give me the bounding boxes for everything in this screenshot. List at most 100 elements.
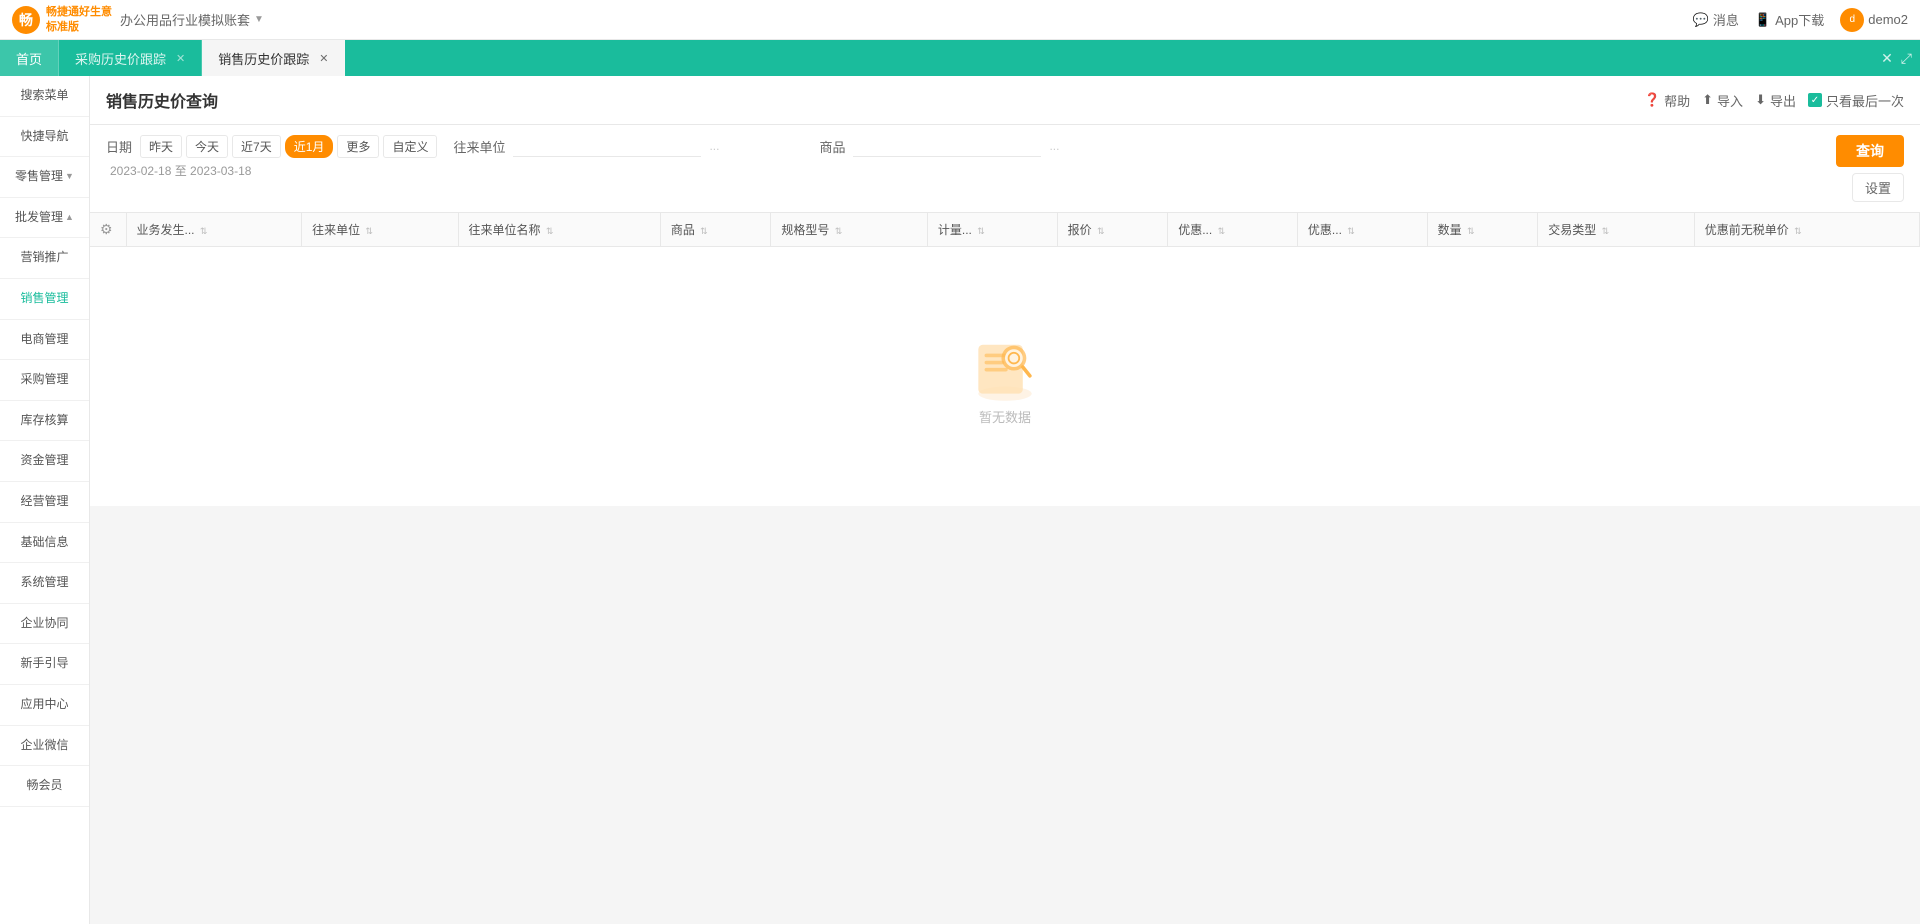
message-button[interactable]: 💬 消息 [1693, 10, 1739, 29]
settings-button[interactable]: 设置 [1852, 173, 1904, 202]
wholesale-arrow-icon: ▲ [65, 212, 74, 224]
sidebar-item-retail[interactable]: 零售管理 ▼ [0, 157, 89, 198]
sort-icon-discount1: ⇅ [1218, 226, 1226, 236]
from-unit-input[interactable] [513, 135, 701, 157]
page-header-actions: ❓ 帮助 ⬆ 导入 ⬇ 导出 ✓ 只看最后一次 [1644, 91, 1904, 110]
query-button[interactable]: 查询 [1836, 135, 1904, 167]
empty-illustration [960, 327, 1050, 407]
wholesale-label: 批发管理 [15, 210, 63, 226]
import-action[interactable]: ⬆ 导入 [1702, 91, 1743, 110]
product-filter: 商品 ... [819, 135, 1169, 157]
table-header-discount2[interactable]: 优惠... ⇅ [1297, 213, 1427, 247]
main-layout: 搜索菜单 快捷导航 零售管理 ▼ 批发管理 ▲ 营销推广 销售管理 电商管理 采… [0, 76, 1920, 924]
export-action[interactable]: ⬇ 导出 [1755, 91, 1796, 110]
tab-home[interactable]: 首页 [0, 40, 59, 76]
home-tab-label: 首页 [16, 49, 42, 68]
sales-mgmt-label: 销售管理 [20, 291, 68, 307]
table-header-discount1[interactable]: 优惠... ⇅ [1168, 213, 1298, 247]
marketing-label: 营销推广 [20, 250, 68, 266]
sidebar-item-purchase-mgmt[interactable]: 采购管理 [0, 360, 89, 401]
sidebar-item-finance[interactable]: 资金管理 [0, 441, 89, 482]
checkbox-icon: ✓ [1808, 93, 1822, 107]
empty-text: 暂无数据 [979, 407, 1031, 426]
sidebar-item-quick-nav[interactable]: 快捷导航 [0, 117, 89, 158]
sidebar-item-operations[interactable]: 经营管理 [0, 482, 89, 523]
gear-icon: ⚙ [100, 221, 113, 237]
app-download-button[interactable]: 📱 App下载 [1755, 10, 1824, 29]
purchase-tab-label: 采购历史价跟踪 [75, 49, 166, 68]
import-icon: ⬆ [1702, 92, 1713, 108]
maximize-tab-btn[interactable]: ⤢ [1901, 50, 1912, 67]
sort-icon-unit: ⇅ [977, 226, 985, 236]
sidebar-item-ecommerce[interactable]: 电商管理 [0, 320, 89, 361]
retail-label: 零售管理 [15, 169, 63, 185]
sort-icon-pre-tax-price: ⇅ [1794, 226, 1802, 236]
app-title[interactable]: 办公用品行业模拟账套 ▼ [120, 10, 264, 29]
close-tab-btn[interactable]: ✕ [1881, 50, 1893, 67]
phone-icon: 📱 [1755, 12, 1771, 28]
tab-sales[interactable]: 销售历史价跟踪 ✕ [202, 40, 345, 76]
sidebar-item-search[interactable]: 搜索菜单 [0, 76, 89, 117]
date-btn-today[interactable]: 今天 [186, 135, 228, 158]
sidebar-item-wholesale[interactable]: 批发管理 ▲ [0, 198, 89, 239]
quick-nav-label: 快捷导航 [20, 129, 68, 145]
sidebar-item-inventory[interactable]: 库存核算 [0, 401, 89, 442]
from-unit-label: 往来单位 [453, 137, 505, 156]
sidebar-item-sales-mgmt[interactable]: 销售管理 [0, 279, 89, 320]
table-header-unit-code[interactable]: 往来单位 ⇅ [302, 213, 458, 247]
avatar: d [1840, 8, 1864, 32]
sidebar-item-wechat[interactable]: 企业微信 [0, 726, 89, 767]
sidebar-item-enterprise[interactable]: 企业协同 [0, 604, 89, 645]
table-header-settings[interactable]: ⚙ [90, 213, 126, 247]
tab-bar: 首页 采购历史价跟踪 ✕ 销售历史价跟踪 ✕ ✕ ⤢ [0, 40, 1920, 76]
sort-icon-quantity: ⇅ [1467, 226, 1475, 236]
filter-actions: 查询 设置 [1836, 135, 1904, 202]
last-only-checkbox[interactable]: ✓ 只看最后一次 [1808, 91, 1904, 110]
date-btn-custom[interactable]: 自定义 [383, 135, 437, 158]
wechat-label: 企业微信 [20, 738, 68, 754]
sidebar-item-membership[interactable]: 畅会员 [0, 766, 89, 807]
table-header-quantity[interactable]: 数量 ⇅ [1427, 213, 1538, 247]
sidebar-item-newcomer[interactable]: 新手引导 [0, 644, 89, 685]
newcomer-label: 新手引导 [20, 656, 68, 672]
operations-label: 经营管理 [20, 494, 68, 510]
table-header-quoted-price[interactable]: 报价 ⇅ [1057, 213, 1168, 247]
table-header-spec[interactable]: 规格型号 ⇅ [771, 213, 927, 247]
from-unit-dots[interactable]: ... [709, 139, 719, 153]
top-bar-left: 畅 畅捷通好生意 标准版 办公用品行业模拟账套 ▼ [12, 5, 264, 34]
sidebar-item-system[interactable]: 系统管理 [0, 563, 89, 604]
tab-bar-actions: ✕ ⤢ [1873, 40, 1920, 76]
table-header-unit[interactable]: 计量... ⇅ [927, 213, 1057, 247]
date-range-display: 2023-02-18 至 2023-03-18 [110, 164, 251, 178]
enterprise-label: 企业协同 [20, 616, 68, 632]
sales-tab-close[interactable]: ✕ [319, 52, 328, 65]
top-bar-right: 💬 消息 📱 App下载 d demo2 [1693, 8, 1908, 32]
page-header: 销售历史价查询 ❓ 帮助 ⬆ 导入 ⬇ 导出 ✓ 只看最后一次 [90, 76, 1920, 125]
table-header-pre-tax-price[interactable]: 优惠前无税单价 ⇅ [1694, 213, 1919, 247]
purchase-tab-close[interactable]: ✕ [176, 52, 185, 65]
sidebar-item-marketing[interactable]: 营销推广 [0, 238, 89, 279]
logo-icon: 畅 [12, 6, 40, 34]
sort-icon-trade-type: ⇅ [1602, 226, 1610, 236]
date-btn-more[interactable]: 更多 [337, 135, 379, 158]
product-input[interactable] [853, 135, 1041, 157]
user-menu[interactable]: d demo2 [1840, 8, 1908, 32]
help-action[interactable]: ❓ 帮助 [1644, 91, 1690, 110]
table-header-biz-date[interactable]: 业务发生... ⇅ [126, 213, 302, 247]
system-label: 系统管理 [20, 575, 68, 591]
table-header-unit-name[interactable]: 往来单位名称 ⇅ [458, 213, 660, 247]
sidebar-item-basics[interactable]: 基础信息 [0, 523, 89, 564]
date-btn-yesterday[interactable]: 昨天 [140, 135, 182, 158]
date-btn-1month[interactable]: 近1月 [285, 135, 334, 158]
tab-purchase[interactable]: 采购历史价跟踪 ✕ [59, 40, 202, 76]
product-label: 商品 [819, 137, 845, 156]
table-header-trade-type[interactable]: 交易类型 ⇅ [1538, 213, 1694, 247]
product-dots[interactable]: ... [1049, 139, 1059, 153]
date-btn-7days[interactable]: 近7天 [232, 135, 281, 158]
sort-icon-biz-date: ⇅ [200, 226, 208, 236]
table-header-product[interactable]: 商品 ⇅ [660, 213, 771, 247]
sort-icon-unit-name: ⇅ [546, 226, 554, 236]
finance-label: 资金管理 [20, 453, 68, 469]
sidebar-item-app-center[interactable]: 应用中心 [0, 685, 89, 726]
app-title-dropdown-icon: ▼ [254, 14, 264, 25]
